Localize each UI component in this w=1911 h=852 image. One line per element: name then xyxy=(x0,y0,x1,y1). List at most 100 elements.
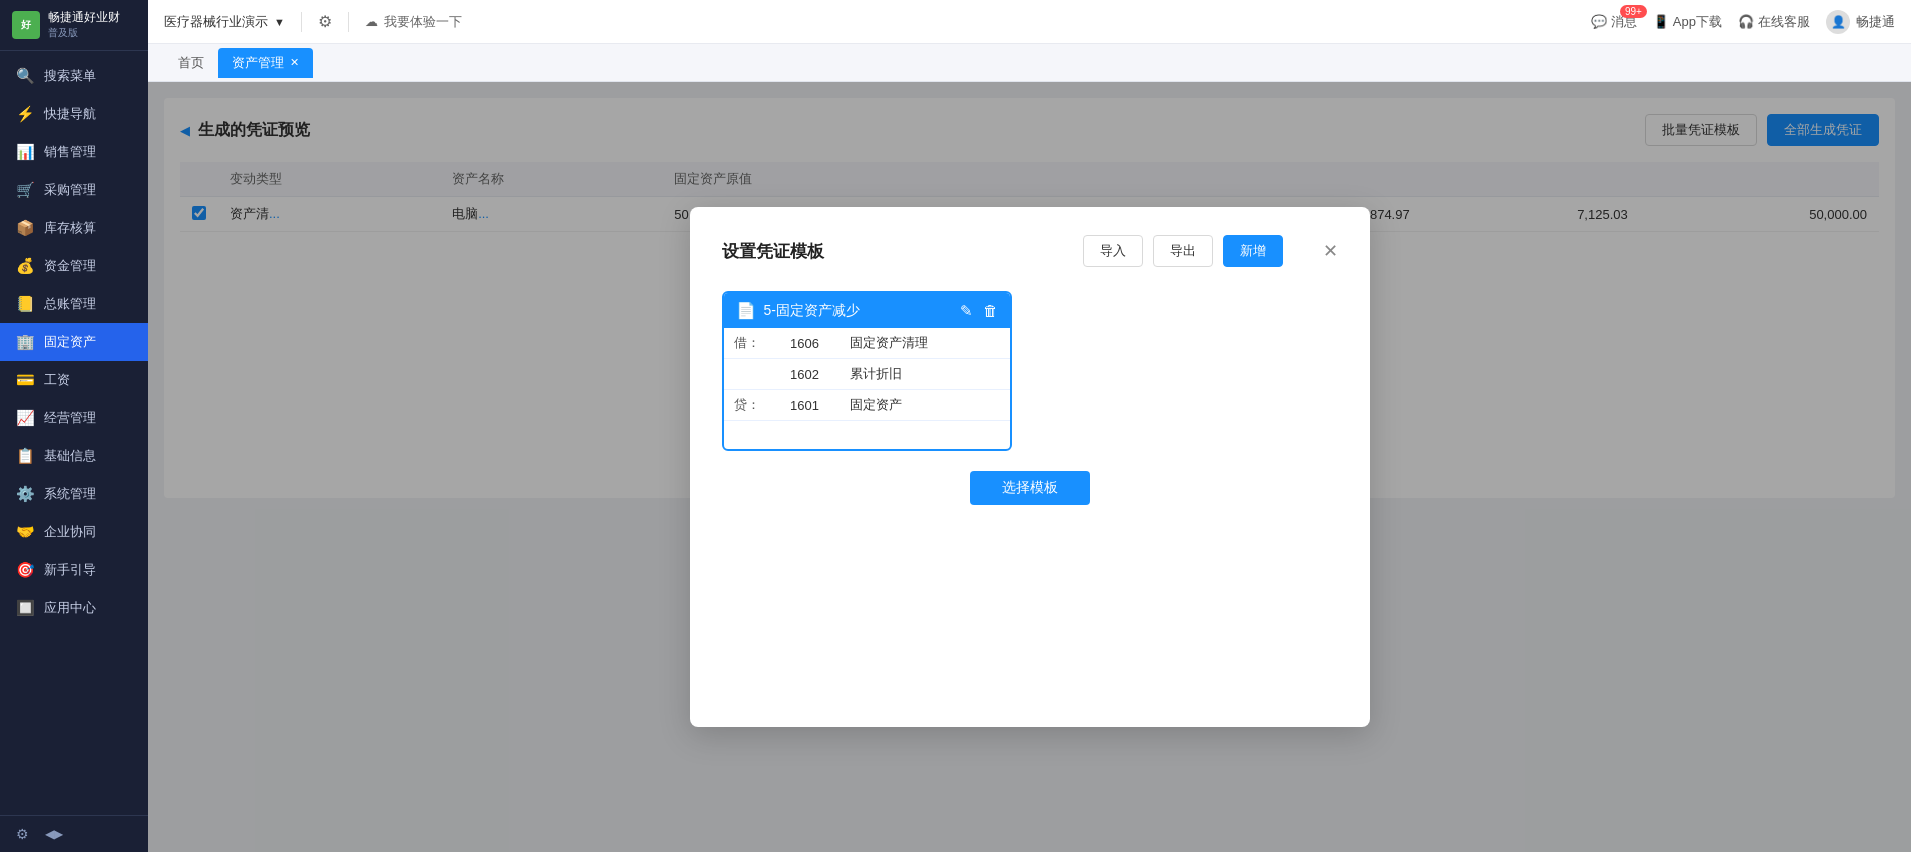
sidebar-item-cooperation[interactable]: 🤝 企业协同 xyxy=(0,513,148,551)
sidebar-item-label: 库存核算 xyxy=(44,219,96,237)
message-badge: 99+ xyxy=(1620,5,1647,18)
template-card: 📄 5-固定资产减少 ✎ 🗑 借： xyxy=(722,291,1012,451)
sidebar-item-label: 新手引导 xyxy=(44,561,96,579)
entry-credit xyxy=(985,390,1010,421)
sidebar-item-label: 搜索菜单 xyxy=(44,67,96,85)
appcenter-icon: 🔲 xyxy=(16,599,34,617)
sidebar-item-label: 固定资产 xyxy=(44,333,96,351)
collapse-icon[interactable]: ◀▶ xyxy=(45,827,63,841)
user-menu[interactable]: 👤 畅捷通 xyxy=(1826,10,1895,34)
app-title: 畅捷通好业财 xyxy=(48,10,120,26)
sidebar-item-salary[interactable]: 💳 工资 xyxy=(0,361,148,399)
sidebar-item-purchase[interactable]: 🛒 采购管理 xyxy=(0,171,148,209)
sidebar-item-label: 经营管理 xyxy=(44,409,96,427)
import-btn[interactable]: 导入 xyxy=(1083,235,1143,267)
operation-icon: 📈 xyxy=(16,409,34,427)
template-delete-icon[interactable]: 🗑 xyxy=(983,302,998,320)
system-icon: ⚙️ xyxy=(16,485,34,503)
sidebar-item-label: 快捷导航 xyxy=(44,105,96,123)
sidebar-item-operation[interactable]: 📈 经营管理 xyxy=(0,399,148,437)
sidebar-item-inventory[interactable]: 📦 库存核算 xyxy=(0,209,148,247)
topbar-settings-icon[interactable]: ⚙ xyxy=(318,12,332,31)
company-name: 医疗器械行业演示 xyxy=(164,13,268,31)
sidebar-item-guide[interactable]: 🎯 新手引导 xyxy=(0,551,148,589)
modal-title: 设置凭证模板 xyxy=(722,240,824,263)
modal-actions: 导入 导出 新增 xyxy=(1083,235,1283,267)
app-subtitle: 普及版 xyxy=(48,26,120,40)
trial-experience[interactable]: ☁ 我要体验一下 xyxy=(365,13,462,31)
online-service-btn[interactable]: 🎧 在线客服 xyxy=(1738,13,1810,31)
entry-type: 借： xyxy=(724,328,780,359)
sales-icon: 📊 xyxy=(16,143,34,161)
online-service-label: 在线客服 xyxy=(1758,13,1810,31)
template-entry-row: 贷： 1601 固定资产 xyxy=(724,390,1010,421)
app-logo: 好 xyxy=(12,11,40,39)
template-name: 5-固定资产减少 xyxy=(764,302,860,320)
main-area: 医疗器械行业演示 ▼ ⚙ ☁ 我要体验一下 💬 消息 99+ 📱 App下载 🎧… xyxy=(148,0,1911,852)
entry-debit xyxy=(960,359,985,390)
sidebar-item-label: 资金管理 xyxy=(44,257,96,275)
modal-overlay: 设置凭证模板 导入 导出 新增 ✕ 📄 xyxy=(148,82,1911,852)
sidebar-item-quicknav[interactable]: ⚡ 快捷导航 xyxy=(0,95,148,133)
guide-icon: 🎯 xyxy=(16,561,34,579)
phone-icon: 📱 xyxy=(1653,14,1669,29)
sidebar-item-sales[interactable]: 📊 销售管理 xyxy=(0,133,148,171)
sidebar-item-label: 总账管理 xyxy=(44,295,96,313)
modal-header: 设置凭证模板 导入 导出 新增 ✕ xyxy=(722,235,1338,267)
ledger-icon: 📒 xyxy=(16,295,34,313)
new-btn[interactable]: 新增 xyxy=(1223,235,1283,267)
entry-type: 贷： xyxy=(724,390,780,421)
sidebar-item-basic[interactable]: 📋 基础信息 xyxy=(0,437,148,475)
tab-close-icon[interactable]: ✕ xyxy=(290,56,299,69)
sidebar-item-ledger[interactable]: 📒 总账管理 xyxy=(0,285,148,323)
avatar: 👤 xyxy=(1826,10,1850,34)
template-doc-icon: 📄 xyxy=(736,301,756,320)
message-icon: 💬 xyxy=(1591,14,1607,29)
topbar: 医疗器械行业演示 ▼ ⚙ ☁ 我要体验一下 💬 消息 99+ 📱 App下载 🎧… xyxy=(148,0,1911,44)
entry-name: 固定资产清理 xyxy=(840,328,960,359)
tabs-bar: 首页 资产管理 ✕ xyxy=(148,44,1911,82)
sidebar-item-label: 系统管理 xyxy=(44,485,96,503)
cooperation-icon: 🤝 xyxy=(16,523,34,541)
sidebar-header: 好 畅捷通好业财 普及版 xyxy=(0,0,148,51)
select-template-btn[interactable]: 选择模板 xyxy=(970,471,1090,505)
sidebar-item-label: 销售管理 xyxy=(44,143,96,161)
topbar-right: 💬 消息 99+ 📱 App下载 🎧 在线客服 👤 畅捷通 xyxy=(1591,10,1895,34)
page-content: ◀ 生成的凭证预览 批量凭证模板 全部生成凭证 变动类型 资产名称 xyxy=(148,82,1911,852)
entry-name: 累计折旧 xyxy=(840,359,960,390)
template-entry-row: 借： 1606 固定资产清理 xyxy=(724,328,1010,359)
salary-icon: 💳 xyxy=(16,371,34,389)
template-card-header: 📄 5-固定资产减少 ✎ 🗑 xyxy=(724,293,1010,328)
sidebar-item-label: 基础信息 xyxy=(44,447,96,465)
sidebar-footer: ⚙ ◀▶ xyxy=(0,815,148,852)
company-selector[interactable]: 医疗器械行业演示 ▼ xyxy=(164,13,285,31)
sidebar-item-appcenter[interactable]: 🔲 应用中心 xyxy=(0,589,148,627)
username: 畅捷通 xyxy=(1856,13,1895,31)
entry-type xyxy=(724,359,780,390)
cloud-icon: ☁ xyxy=(365,14,378,29)
app-download-btn[interactable]: 📱 App下载 xyxy=(1653,13,1722,31)
tab-asset-mgmt[interactable]: 资产管理 ✕ xyxy=(218,48,313,78)
entry-debit xyxy=(960,328,985,359)
sidebar-item-fund[interactable]: 💰 资金管理 xyxy=(0,247,148,285)
message-btn[interactable]: 💬 消息 99+ xyxy=(1591,13,1637,31)
fixed-icon: 🏢 xyxy=(16,333,34,351)
sidebar-item-label: 企业协同 xyxy=(44,523,96,541)
topbar-divider2 xyxy=(348,12,349,32)
modal-close-btn[interactable]: ✕ xyxy=(1323,242,1338,260)
purchase-icon: 🛒 xyxy=(16,181,34,199)
trial-label: 我要体验一下 xyxy=(384,13,462,31)
template-card-body: 借： 1606 固定资产清理 1602 累计折旧 xyxy=(724,328,1010,449)
sidebar-item-search[interactable]: 🔍 搜索菜单 xyxy=(0,57,148,95)
basic-icon: 📋 xyxy=(16,447,34,465)
template-edit-icon[interactable]: ✎ xyxy=(960,302,973,320)
sidebar-item-fixed[interactable]: 🏢 固定资产 xyxy=(0,323,148,361)
entry-credit xyxy=(985,328,1010,359)
sidebar-item-system[interactable]: ⚙️ 系统管理 xyxy=(0,475,148,513)
tab-home[interactable]: 首页 xyxy=(164,48,218,78)
settings-footer-icon[interactable]: ⚙ xyxy=(16,826,29,842)
search-icon: 🔍 xyxy=(16,67,34,85)
app-download-label: App下载 xyxy=(1673,13,1722,31)
template-empty-row xyxy=(724,421,1010,449)
export-btn[interactable]: 导出 xyxy=(1153,235,1213,267)
